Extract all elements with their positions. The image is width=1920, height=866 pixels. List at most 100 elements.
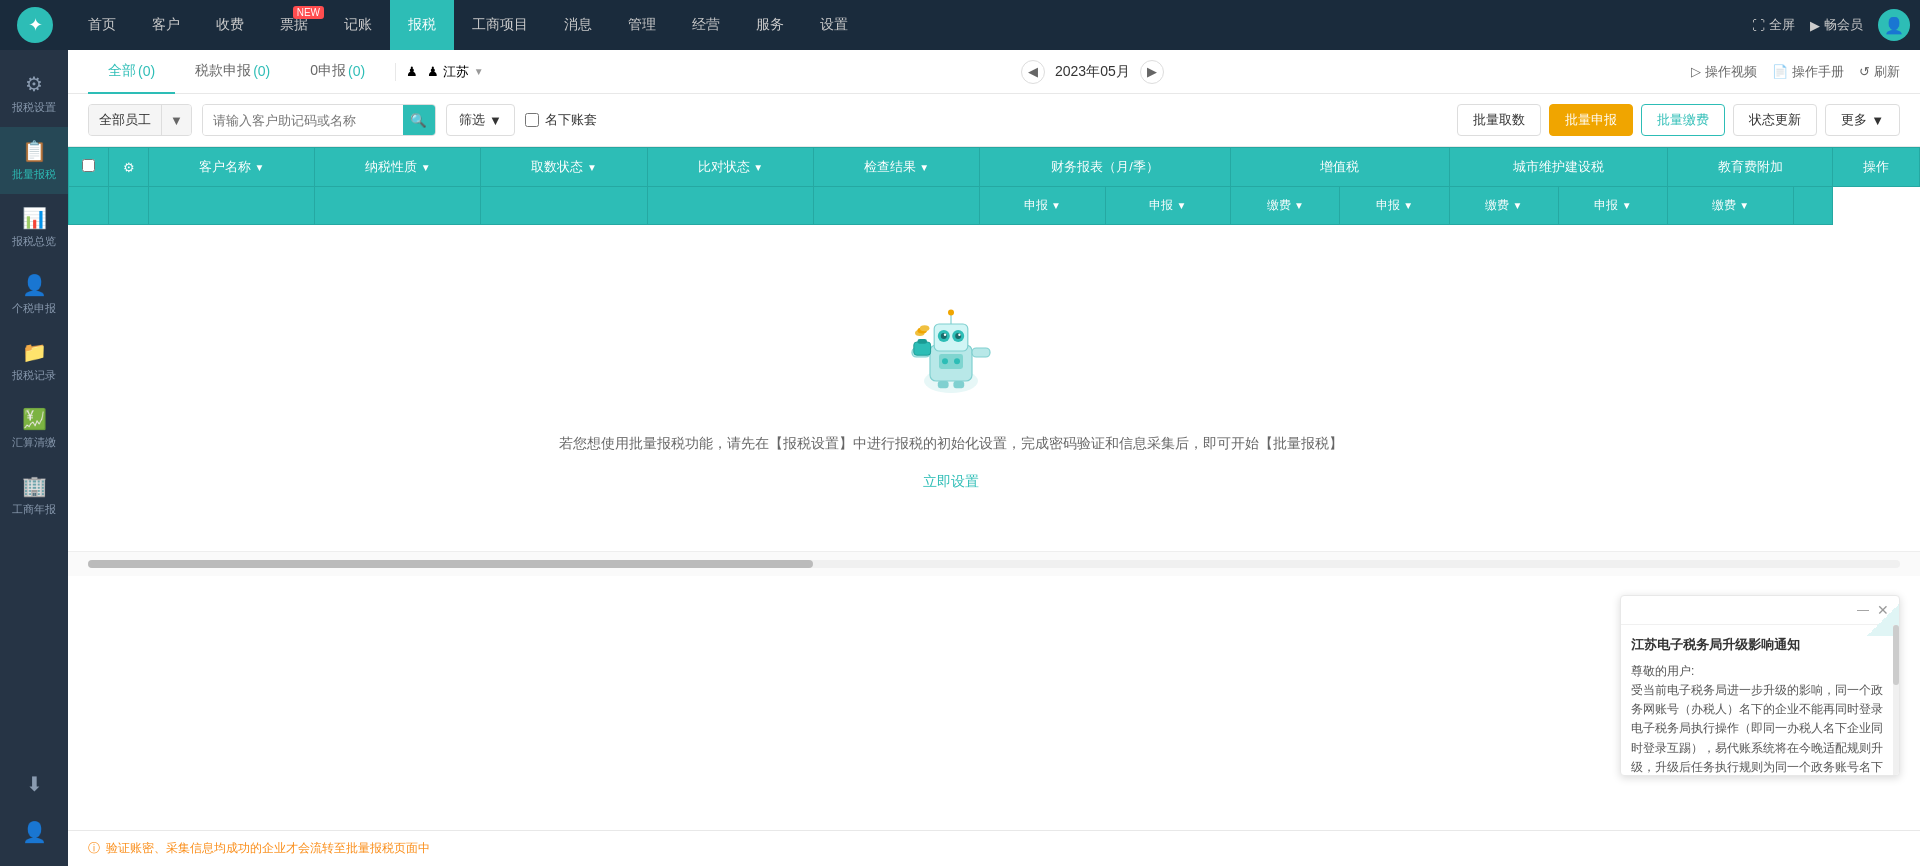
personal-tax-icon: 👤 <box>22 273 46 297</box>
member-btn[interactable]: ▶ 畅会员 <box>1810 16 1863 34</box>
svg-point-8 <box>958 334 960 336</box>
svg-point-7 <box>943 334 945 336</box>
nav-fee[interactable]: 收费 <box>198 0 262 50</box>
notification-body: 江苏电子税务局升级影响通知 尊敬的用户: 受当前电子税务局进一步升级的影响，同一… <box>1621 625 1899 775</box>
nav-operation[interactable]: 经营 <box>674 0 738 50</box>
video-icon: ▷ <box>1691 64 1701 79</box>
scrollbar-h-area <box>68 551 1920 576</box>
batch-pay-btn[interactable]: 批量缴费 <box>1641 104 1725 136</box>
search-button[interactable]: 🔍 <box>403 104 435 136</box>
th-tax-type: 纳税性质 ▼ <box>315 148 481 187</box>
select-all-checkbox[interactable] <box>82 159 95 172</box>
setup-link[interactable]: 立即设置 <box>923 473 979 491</box>
filter-icon-compare[interactable]: ▼ <box>753 162 763 173</box>
th-financial-report: 财务报表（月/季） <box>980 148 1231 187</box>
filter-icon-fin-dec[interactable]: ▼ <box>1051 200 1061 211</box>
sidebar-item-tax-settings[interactable]: ⚙ 报税设置 <box>0 60 68 127</box>
filter-icon-edu-pay[interactable]: ▼ <box>1739 200 1749 211</box>
sidebar-item-settlement[interactable]: 💹 汇算清缴 <box>0 395 68 462</box>
sidebar-item-personal-tax[interactable]: 👤 个税申报 <box>0 261 68 328</box>
sidebar-item-user[interactable]: 👤 <box>0 808 68 856</box>
fullscreen-btn[interactable]: ⛶ 全屏 <box>1752 16 1795 34</box>
sidebar-item-tax-records[interactable]: 📁 报税记录 <box>0 328 68 395</box>
table-body: 若您想使用批量报税功能，请先在【报税设置】中进行报税的初始化设置，完成密码验证和… <box>69 225 1920 552</box>
notification-scrollbar-thumb <box>1893 625 1899 685</box>
filter-icon-customer[interactable]: ▼ <box>254 162 264 173</box>
svg-rect-12 <box>972 348 990 357</box>
filter-icon-edu-dec[interactable]: ▼ <box>1622 200 1632 211</box>
nav-home[interactable]: 首页 <box>70 0 134 50</box>
account-checkbox[interactable] <box>525 113 539 127</box>
batch-tax-icon: 📋 <box>22 139 46 163</box>
notification-close-btn[interactable]: ✕ <box>1877 602 1889 618</box>
nav-manage[interactable]: 管理 <box>610 0 674 50</box>
nav-items: 首页 客户 收费 票据 NEW 记账 报税 工商项目 消息 管理 经营 服务 设… <box>70 0 1752 50</box>
nav-tax[interactable]: 报税 <box>390 0 454 50</box>
region-selector[interactable]: ♟ ♟ 江苏 ▼ <box>395 63 494 81</box>
filter-icon-vat-dec[interactable]: ▼ <box>1177 200 1187 211</box>
filter-icon-city-dec[interactable]: ▼ <box>1403 200 1413 211</box>
logo[interactable]: ✦ <box>10 5 60 45</box>
search-input[interactable] <box>203 105 403 135</box>
filter-icon-vat-pay[interactable]: ▼ <box>1294 200 1304 211</box>
nav-message[interactable]: 消息 <box>546 0 610 50</box>
batch-declare-btn[interactable]: 批量申报 <box>1549 104 1633 136</box>
prev-month-btn[interactable]: ◀ <box>1021 60 1045 84</box>
sidebar-item-download[interactable]: ⬇ <box>0 760 68 808</box>
bottom-warning: ⓘ 验证账密、采集信息均成功的企业才会流转至批量报税页面中 <box>88 840 430 857</box>
notification-title: 江苏电子税务局升级影响通知 <box>1631 635 1889 656</box>
region-dropdown-icon: ▼ <box>474 66 484 77</box>
employee-dropdown-icon[interactable]: ▼ <box>162 105 191 135</box>
checkbox-account[interactable]: 名下账套 <box>525 111 597 129</box>
sidebar-item-batch-tax[interactable]: 📋 批量报税 <box>0 127 68 194</box>
nav-ticket[interactable]: 票据 NEW <box>262 0 326 50</box>
region-icon: ♟ <box>406 64 418 79</box>
nav-settings[interactable]: 设置 <box>802 0 866 50</box>
svg-point-17 <box>919 325 929 331</box>
sidebar-item-tax-overview[interactable]: 📊 报税总览 <box>0 194 68 261</box>
employee-select-label: 全部员工 <box>89 105 162 135</box>
operation-video-btn[interactable]: ▷ 操作视频 <box>1691 63 1757 81</box>
refresh-icon: ↺ <box>1859 64 1870 79</box>
th2-edu-declare: 申报 ▼ <box>1558 187 1667 225</box>
next-month-btn[interactable]: ▶ <box>1140 60 1164 84</box>
nav-business[interactable]: 工商项目 <box>454 0 546 50</box>
nav-bookkeeping[interactable]: 记账 <box>326 0 390 50</box>
operation-manual-btn[interactable]: 📄 操作手册 <box>1772 63 1844 81</box>
batch-fetch-btn[interactable]: 批量取数 <box>1457 104 1541 136</box>
member-icon: ▶ <box>1810 18 1820 33</box>
tab-zero-declare[interactable]: 0申报 (0) <box>290 50 385 94</box>
top-nav: ✦ 首页 客户 收费 票据 NEW 记账 报税 工商项目 消息 管理 经营 服务… <box>0 0 1920 50</box>
filter-button[interactable]: 筛选 ▼ <box>446 104 515 136</box>
sidebar-item-annual-report[interactable]: 🏢 工商年报 <box>0 462 68 529</box>
tab-all[interactable]: 全部 (0) <box>88 50 175 94</box>
nav-customer[interactable]: 客户 <box>134 0 198 50</box>
settlement-icon: 💹 <box>22 407 46 431</box>
tab-tax-declare[interactable]: 税款申报 (0) <box>175 50 290 94</box>
th-settings[interactable]: ⚙ <box>109 148 149 187</box>
toolbar: 全部员工 ▼ 🔍 筛选 ▼ 名下账套 批量取数 <box>68 94 1920 147</box>
sub-nav: 全部 (0) 税款申报 (0) 0申报 (0) ♟ ♟ 江苏 ▼ ◀ 2023年… <box>68 50 1920 94</box>
employee-select[interactable]: 全部员工 ▼ <box>88 104 192 136</box>
horizontal-scrollbar[interactable] <box>88 560 1900 568</box>
status-update-btn[interactable]: 状态更新 <box>1733 104 1817 136</box>
nav-right: ⛶ 全屏 ▶ 畅会员 👤 <box>1752 9 1910 41</box>
th-customer-name: 客户名称 ▼ <box>149 148 315 187</box>
th2-vat-declare: 申报 ▼ <box>1105 187 1231 225</box>
refresh-btn[interactable]: ↺ 刷新 <box>1859 63 1900 81</box>
download-icon: ⬇ <box>22 772 46 796</box>
search-icon: 🔍 <box>410 113 427 128</box>
notification-minimize-btn[interactable]: — <box>1857 603 1869 617</box>
filter-icon-check[interactable]: ▼ <box>919 162 929 173</box>
filter-icon-city-pay[interactable]: ▼ <box>1512 200 1522 211</box>
more-btn[interactable]: 更多 ▼ <box>1825 104 1900 136</box>
avatar[interactable]: 👤 <box>1878 9 1910 41</box>
filter-icon-tax-type[interactable]: ▼ <box>421 162 431 173</box>
th2-vat-pay: 缴费 ▼ <box>1231 187 1340 225</box>
notification-scrollbar[interactable] <box>1893 625 1899 775</box>
th-education-fee: 教育费附加 <box>1668 148 1833 187</box>
filter-icon-fetch[interactable]: ▼ <box>587 162 597 173</box>
robot-illustration <box>891 285 1011 405</box>
nav-service[interactable]: 服务 <box>738 0 802 50</box>
tax-records-icon: 📁 <box>22 340 46 364</box>
